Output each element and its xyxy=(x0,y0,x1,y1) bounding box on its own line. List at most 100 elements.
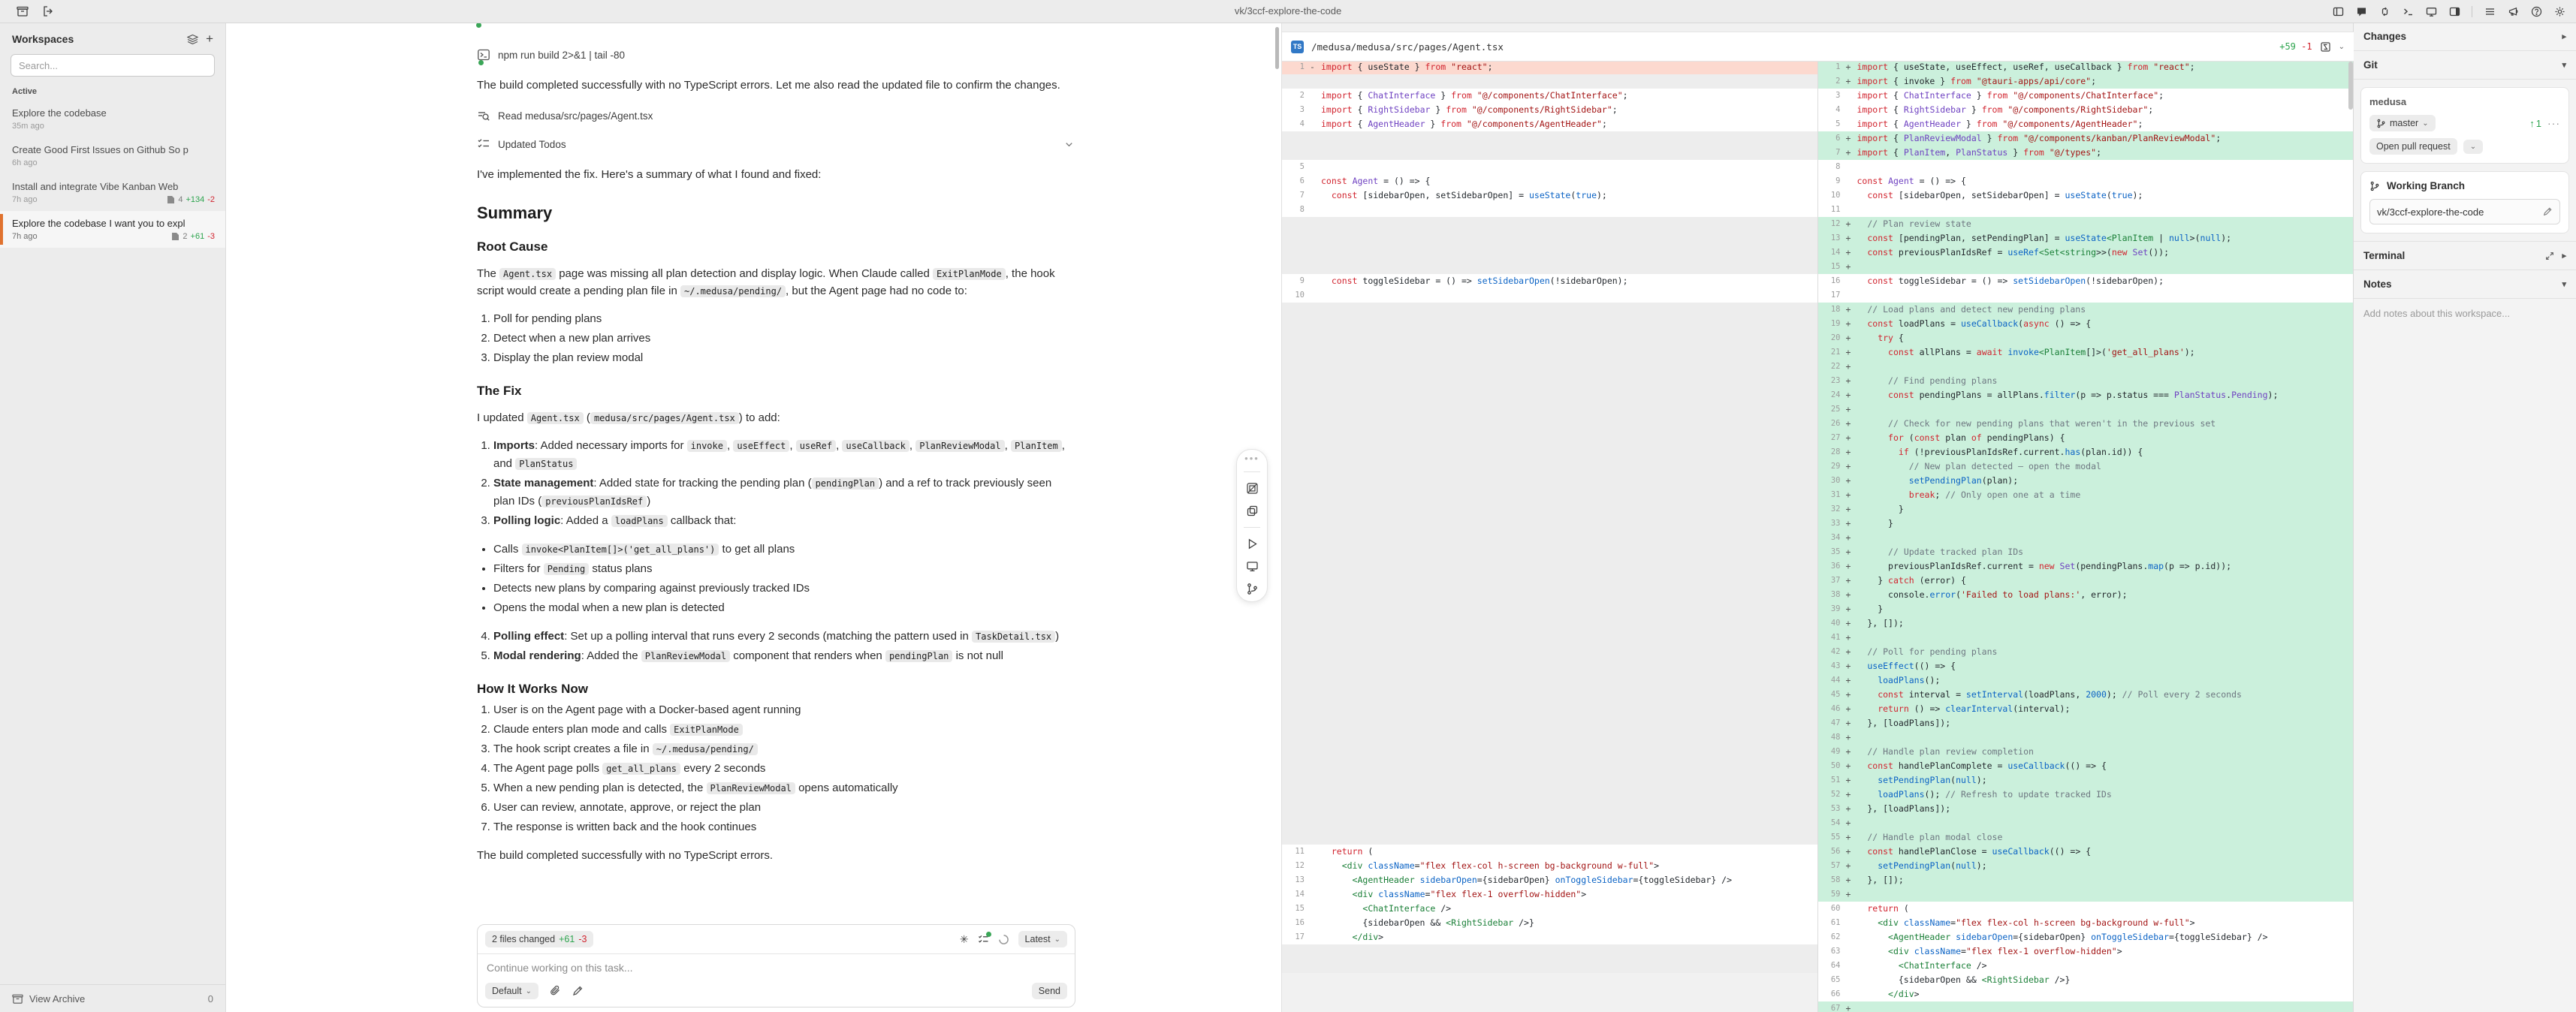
workspace-item-diffstat: 4+134-2 xyxy=(167,195,215,204)
diff-row: 43+ useEffect(() => { xyxy=(1818,659,2354,673)
diff-row xyxy=(1282,517,1817,531)
list-item: Claude enters plan mode and calls ExitPl… xyxy=(493,721,1074,739)
working-branch-field[interactable]: vk/3ccf-explore-the-code xyxy=(2369,199,2560,224)
files-changed-chip[interactable]: 2 files changed +61 -3 xyxy=(485,931,593,947)
help-icon[interactable] xyxy=(2530,5,2542,17)
git-section-header[interactable]: Git ▾ xyxy=(2354,51,2576,80)
diff-scrollbar[interactable] xyxy=(2348,62,2353,110)
inline-code: useCallback xyxy=(842,440,909,452)
menu-icon[interactable] xyxy=(2484,5,2496,17)
lines-added: +61 xyxy=(559,934,575,944)
monitor-icon[interactable] xyxy=(2425,5,2437,17)
chevron-down-icon[interactable] xyxy=(1064,140,1074,149)
panel-left-icon[interactable] xyxy=(2332,5,2344,17)
search-input[interactable] xyxy=(11,54,215,77)
diff-row: 4import { RightSidebar } from "@/compone… xyxy=(1818,103,2354,117)
list-item: Polling logic: Added a loadPlans callbac… xyxy=(493,512,1074,530)
diff-row: 65 {sidebarOpen && <RightSidebar />} xyxy=(1818,973,2354,987)
diff-row: 8 xyxy=(1818,160,2354,174)
terminal-section-header[interactable]: Terminal ▸ xyxy=(2354,241,2576,270)
model-dropdown[interactable]: Default⌄ xyxy=(485,983,538,999)
diff-row: 29+ // New plan detected — open the moda… xyxy=(1818,459,2354,474)
diff-row xyxy=(1282,830,1817,845)
diff-row xyxy=(1282,402,1817,417)
chat-bubble-icon[interactable] xyxy=(2355,5,2367,17)
diff-row: 36+ previousPlanIdsRef.current = new Set… xyxy=(1818,559,2354,574)
inline-code: PlanReviewModal xyxy=(707,782,795,794)
numbered-list: User is on the Agent page with a Docker-… xyxy=(477,701,1074,836)
git-compare-icon[interactable] xyxy=(2378,5,2390,17)
branch-dropdown[interactable]: master ⌄ xyxy=(2369,115,2436,131)
pr-options-button[interactable]: ⌄ xyxy=(2463,140,2483,154)
megaphone-icon[interactable] xyxy=(2507,5,2519,17)
diff-row xyxy=(1282,759,1817,773)
agent-chat-panel: npm run build 2>&1 | tail -80The build c… xyxy=(225,23,1281,1012)
diff-file-header[interactable]: TS /medusa/medusa/src/pages/Agent.tsx +5… xyxy=(1282,32,2354,62)
notes-input[interactable]: Add notes about this workspace... xyxy=(2354,299,2576,328)
tool-call-read[interactable]: Read medusa/src/pages/Agent.tsx xyxy=(477,109,1074,122)
diff-row xyxy=(1282,374,1817,388)
add-workspace-button[interactable]: + xyxy=(206,32,213,47)
edit-pencil-icon[interactable] xyxy=(2542,206,2553,217)
diff-row: 24+ const pendingPlans = allPlans.filter… xyxy=(1818,388,2354,402)
diff-row xyxy=(1282,773,1817,788)
working-branch-card: Working Branch vk/3ccf-explore-the-code xyxy=(2360,171,2569,233)
diff-row: 7+import { PlanItem, PlanStatus } from "… xyxy=(1818,146,2354,160)
diff-added-count: +59 xyxy=(2279,41,2296,52)
workspace-item-title: Install and integrate Vibe Kanban Web xyxy=(12,181,215,192)
tool-call-todos[interactable]: Updated Todos xyxy=(477,137,1074,151)
pen-icon[interactable] xyxy=(572,985,584,997)
layers-icon[interactable] xyxy=(187,34,198,45)
copy-icon[interactable] xyxy=(1246,504,1259,517)
todos-status-icon[interactable] xyxy=(978,934,989,945)
diff-row xyxy=(1282,631,1817,645)
diff-row xyxy=(1282,388,1817,402)
monitor-icon[interactable] xyxy=(1246,560,1259,573)
commits-ahead-badge: ↑ 1 xyxy=(2529,118,2541,129)
list-item: Detects new plans by comparing against p… xyxy=(493,580,1074,598)
diff-view-toggle-icon[interactable] xyxy=(2320,41,2331,53)
workspace-item[interactable]: Create Good First Issues on Github So p6… xyxy=(0,137,225,174)
tool-call-terminal[interactable]: npm run build 2>&1 | tail -80 xyxy=(477,48,1074,62)
version-label: Latest xyxy=(1025,934,1051,944)
diff-row: 59+ xyxy=(1818,887,2354,902)
diff-row: 11 return ( xyxy=(1282,845,1817,859)
diff-row: 1-import { useState } from "react"; xyxy=(1282,60,1817,74)
drag-handle[interactable]: ••• xyxy=(1244,456,1259,462)
list-item: The hook script creates a file in ~/.med… xyxy=(493,740,1074,758)
diff-row xyxy=(1282,745,1817,759)
working-branch-value: vk/3ccf-explore-the-code xyxy=(2377,206,2484,218)
inline-code: ~/.medusa/pending/ xyxy=(680,285,786,297)
open-pull-request-button[interactable]: Open pull request xyxy=(2369,138,2457,155)
chevron-down-icon: ▾ xyxy=(2562,60,2566,70)
spark-icon[interactable]: ✳ xyxy=(960,933,969,946)
message-input[interactable]: Continue working on this task... xyxy=(478,954,1075,978)
terminal-icon[interactable] xyxy=(2402,5,2414,17)
list-item: The Agent page polls get_all_plans every… xyxy=(493,760,1074,778)
view-archive-button[interactable]: View Archive 0 xyxy=(0,984,225,1012)
chat-scrollbar[interactable] xyxy=(1275,27,1279,69)
workspace-item[interactable]: Install and integrate Vibe Kanban Web7h … xyxy=(0,174,225,211)
expand-icon[interactable] xyxy=(2545,251,2554,261)
diff-row: 56+ const handlePlanClose = useCallback(… xyxy=(1818,845,2354,859)
gear-icon[interactable] xyxy=(2553,5,2565,17)
workspace-item[interactable]: Explore the codebase I want you to expl7… xyxy=(0,211,225,248)
inline-code: invoke<PlanItem[]>('get_all_plans') xyxy=(522,544,719,556)
git-branch-icon[interactable] xyxy=(1246,583,1259,595)
diff-row: 54+ xyxy=(1818,816,2354,830)
diff-row xyxy=(1282,588,1817,602)
changes-section-header[interactable]: Changes ▸ xyxy=(2354,23,2576,51)
run-icon[interactable] xyxy=(1246,538,1259,550)
hide-diff-icon[interactable] xyxy=(1246,482,1259,495)
notes-section-header[interactable]: Notes ▾ xyxy=(2354,270,2576,299)
workspace-item[interactable]: Explore the codebase35m ago xyxy=(0,101,225,137)
more-options-button[interactable]: ··· xyxy=(2547,117,2560,129)
version-dropdown[interactable]: Latest⌄ xyxy=(1018,931,1067,947)
diff-row: 61 <div className="flex flex-col h-scree… xyxy=(1818,916,2354,930)
send-button[interactable]: Send xyxy=(1032,983,1067,999)
panel-right-icon[interactable] xyxy=(2448,5,2460,17)
tool-call-label: npm run build 2>&1 | tail -80 xyxy=(498,50,1074,61)
diff-row: 40+ }, []); xyxy=(1818,616,2354,631)
attachment-icon[interactable] xyxy=(549,985,561,997)
collapse-file-icon[interactable]: ⌄ xyxy=(2339,43,2345,51)
